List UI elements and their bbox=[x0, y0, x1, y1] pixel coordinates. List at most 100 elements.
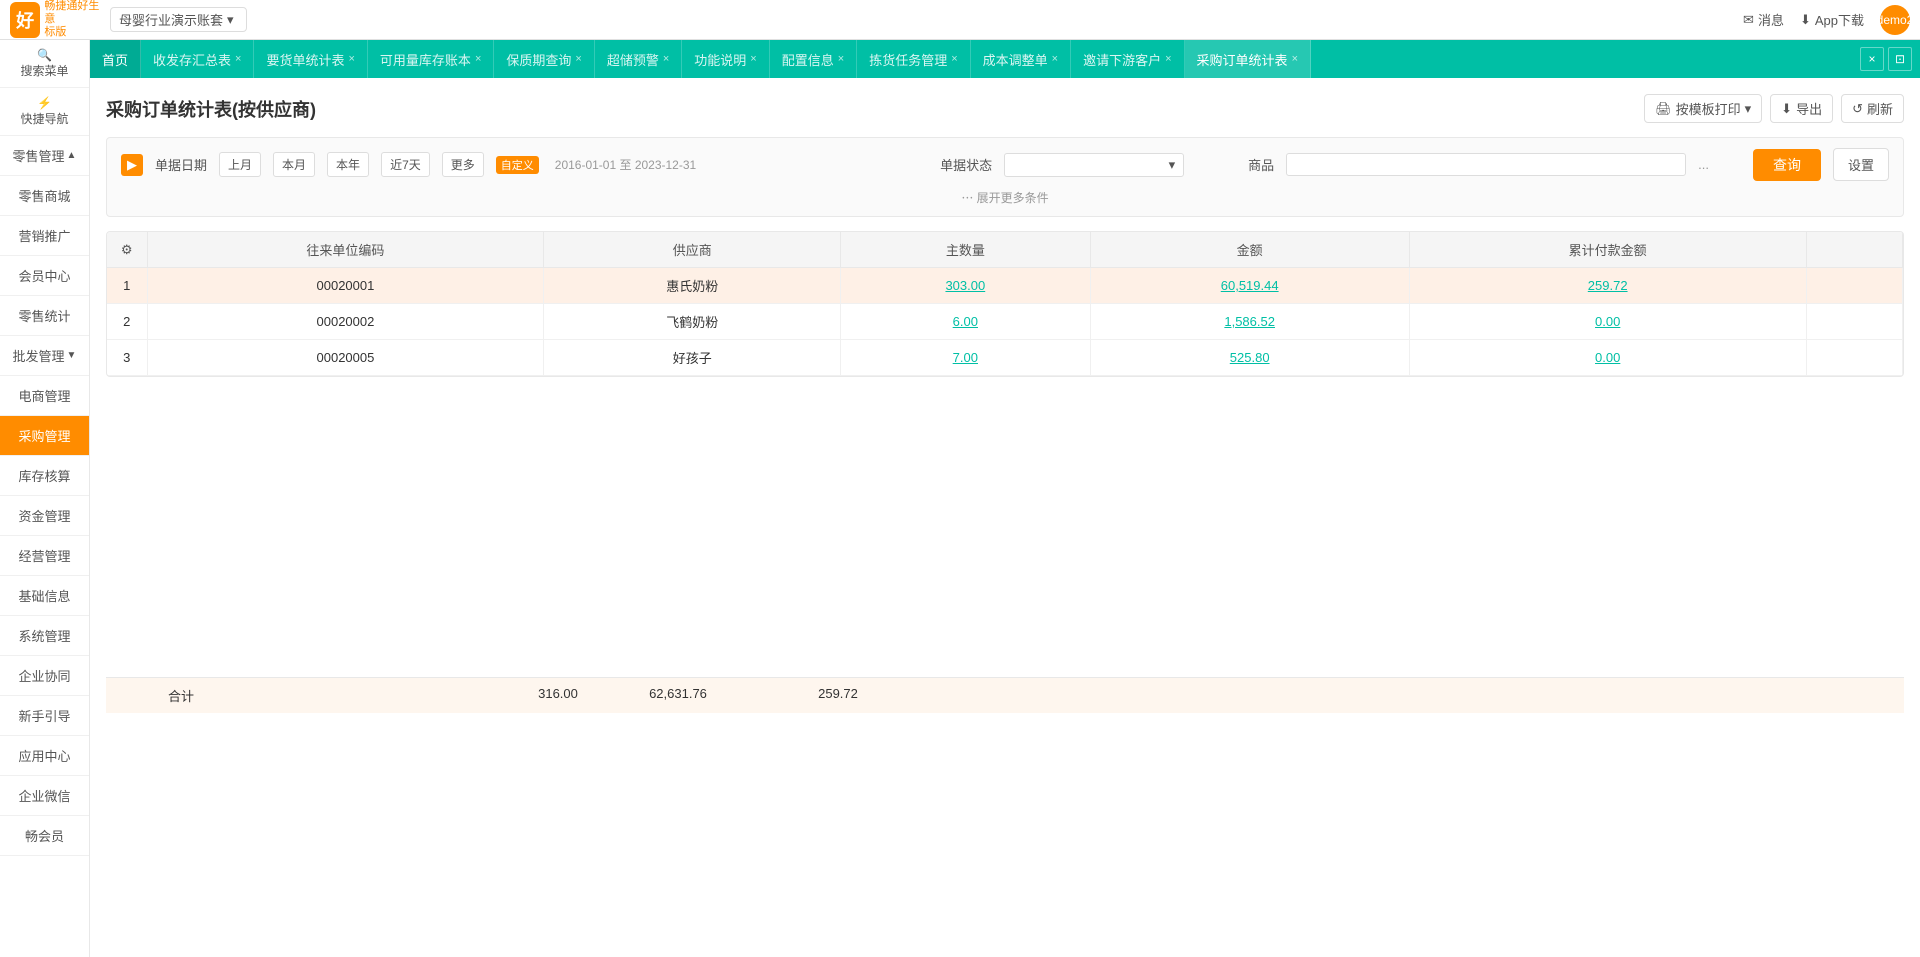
custom-date-tag: 自定义 bbox=[496, 156, 539, 174]
sidebar-item-purchase[interactable]: 采购管理 bbox=[0, 416, 89, 456]
goods-more-icon: ... bbox=[1698, 157, 1709, 172]
tab-receive-send[interactable]: 收发存汇总表 × bbox=[141, 40, 254, 78]
sidebar-item-marketing[interactable]: 营销推广 bbox=[0, 216, 89, 256]
expand-icon: ⋯ 展开更多条件 bbox=[961, 189, 1048, 206]
tab-invite-downstream[interactable]: 邀请下游客户 × bbox=[1071, 40, 1184, 78]
sidebar-item-retail-stats[interactable]: 零售统计 bbox=[0, 296, 89, 336]
row-paid[interactable]: 0.00 bbox=[1409, 304, 1806, 340]
tab-overstock[interactable]: 超储预警 × bbox=[595, 40, 682, 78]
query-button[interactable]: 查询 bbox=[1753, 149, 1821, 181]
close-tab-receive[interactable]: × bbox=[235, 53, 241, 65]
print-arrow-icon: ▾ bbox=[1745, 101, 1752, 117]
col-qty[interactable]: 主数量 bbox=[841, 232, 1091, 268]
workspace-selector[interactable]: 母婴行业演示账套 ▾ bbox=[110, 7, 247, 32]
close-tab-overstock[interactable]: × bbox=[663, 53, 669, 65]
tab-purchase-stats[interactable]: 采购订单统计表 × bbox=[1185, 40, 1311, 78]
download-icon: ⬇ bbox=[1800, 12, 1811, 28]
row-paid[interactable]: 259.72 bbox=[1409, 268, 1806, 304]
close-tab-cost[interactable]: × bbox=[1052, 53, 1058, 65]
sidebar-item-member[interactable]: 畅会员 bbox=[0, 816, 89, 856]
tab-order-stats[interactable]: 要货单统计表 × bbox=[254, 40, 367, 78]
sidebar-item-basics[interactable]: 基础信息 bbox=[0, 576, 89, 616]
sidebar-item-operations[interactable]: 经营管理 bbox=[0, 536, 89, 576]
close-tab-feature[interactable]: × bbox=[750, 53, 756, 65]
footer-amount: 62,631.76 bbox=[618, 686, 738, 705]
tab-maximize[interactable]: ⊡ bbox=[1888, 47, 1912, 71]
row-amount[interactable]: 60,519.44 bbox=[1090, 268, 1409, 304]
sidebar-item-wholesale[interactable]: 批发管理 ▼ bbox=[0, 336, 89, 376]
row-code: 00020001 bbox=[147, 268, 544, 304]
sidebar-item-app-center[interactable]: 应用中心 bbox=[0, 736, 89, 776]
print-icon: 🖨 bbox=[1655, 101, 1672, 117]
settings-button[interactable]: 设置 bbox=[1833, 148, 1889, 181]
sidebar-item-finance[interactable]: 资金管理 bbox=[0, 496, 89, 536]
app-download-button[interactable]: ⬇ App下载 bbox=[1800, 10, 1864, 29]
close-tab-picking[interactable]: × bbox=[951, 53, 957, 65]
row-qty[interactable]: 7.00 bbox=[841, 340, 1091, 376]
sidebar-item-system[interactable]: 系统管理 bbox=[0, 616, 89, 656]
nav-icon: ⚡ bbox=[37, 96, 52, 110]
goods-label: 商品 bbox=[1248, 155, 1274, 174]
table-row: 3 00020005 好孩子 7.00 525.80 0.00 bbox=[107, 340, 1903, 376]
close-tab-config[interactable]: × bbox=[838, 53, 844, 65]
row-qty[interactable]: 303.00 bbox=[841, 268, 1091, 304]
close-tab-inventory[interactable]: × bbox=[475, 53, 481, 65]
tab-home[interactable]: 首页 bbox=[90, 40, 141, 78]
sidebar-item-guide[interactable]: 新手引导 bbox=[0, 696, 89, 736]
sidebar-item-weixin[interactable]: 企业微信 bbox=[0, 776, 89, 816]
sidebar-item-enterprise[interactable]: 企业协同 bbox=[0, 656, 89, 696]
tab-config[interactable]: 配置信息 × bbox=[770, 40, 857, 78]
filter-toggle[interactable]: ▶ bbox=[121, 154, 143, 176]
row-amount[interactable]: 525.80 bbox=[1090, 340, 1409, 376]
close-tab-order[interactable]: × bbox=[348, 53, 354, 65]
close-tab-expiry[interactable]: × bbox=[575, 53, 581, 65]
messages-button[interactable]: ✉ 消息 bbox=[1743, 10, 1784, 29]
goods-input[interactable] bbox=[1286, 153, 1686, 176]
date-label: 单据日期 bbox=[155, 155, 207, 174]
page-title: 采购订单统计表(按供应商) bbox=[106, 96, 316, 122]
date-this-year[interactable]: 本年 bbox=[327, 152, 369, 177]
tab-picking[interactable]: 拣货任务管理 × bbox=[857, 40, 970, 78]
print-button[interactable]: 🖨 按模板打印 ▾ bbox=[1644, 94, 1762, 123]
table-row: 1 00020001 惠氏奶粉 303.00 60,519.44 259.72 bbox=[107, 268, 1903, 304]
refresh-button[interactable]: ↺ 刷新 bbox=[1841, 94, 1904, 123]
col-amount[interactable]: 金额 bbox=[1090, 232, 1409, 268]
tab-expiry[interactable]: 保质期查询 × bbox=[494, 40, 594, 78]
col-paid[interactable]: 累计付款金额 bbox=[1409, 232, 1806, 268]
message-icon: ✉ bbox=[1743, 12, 1754, 28]
date-last-month[interactable]: 上月 bbox=[219, 152, 261, 177]
tab-feature-desc[interactable]: 功能说明 × bbox=[682, 40, 769, 78]
col-settings[interactable]: ⚙ bbox=[107, 232, 147, 268]
col-empty bbox=[1806, 232, 1902, 268]
sidebar-item-ecommerce[interactable]: 电商管理 bbox=[0, 376, 89, 416]
sidebar-item-member-center[interactable]: 会员中心 bbox=[0, 256, 89, 296]
date-last-7-days[interactable]: 近7天 bbox=[381, 152, 430, 177]
export-button[interactable]: ⬇ 导出 bbox=[1770, 94, 1833, 123]
row-qty[interactable]: 6.00 bbox=[841, 304, 1091, 340]
row-code: 00020002 bbox=[147, 304, 544, 340]
gear-icon: ⚙ bbox=[121, 242, 133, 257]
avatar[interactable]: demo2 bbox=[1880, 5, 1910, 35]
status-label: 单据状态 bbox=[940, 155, 992, 174]
date-more[interactable]: 更多 bbox=[442, 152, 484, 177]
status-select[interactable]: ▾ bbox=[1004, 153, 1184, 177]
close-tab-invite[interactable]: × bbox=[1165, 53, 1171, 65]
close-tab-purchase-stats[interactable]: × bbox=[1292, 53, 1298, 65]
sidebar-item-retail-mall[interactable]: 零售商城 bbox=[0, 176, 89, 216]
row-paid[interactable]: 0.00 bbox=[1409, 340, 1806, 376]
row-supplier: 好孩子 bbox=[544, 340, 841, 376]
export-icon: ⬇ bbox=[1781, 101, 1792, 117]
sidebar-item-retail-management[interactable]: 零售管理 ▲ bbox=[0, 136, 89, 176]
tab-close-all[interactable]: × bbox=[1860, 47, 1884, 71]
row-amount[interactable]: 1,586.52 bbox=[1090, 304, 1409, 340]
quick-nav-item[interactable]: ⚡ 快捷导航 bbox=[0, 88, 89, 136]
sidebar-item-inventory[interactable]: 库存核算 bbox=[0, 456, 89, 496]
expand-more-filters[interactable]: ⋯ 展开更多条件 bbox=[961, 189, 1048, 206]
search-menu-item[interactable]: 🔍 搜索菜单 bbox=[0, 40, 89, 88]
tab-cost-adjust[interactable]: 成本调整单 × bbox=[971, 40, 1071, 78]
sidebar: 🔍 搜索菜单 ⚡ 快捷导航 零售管理 ▲ 零售商城 营销推广 会员中心 零售统计 bbox=[0, 40, 90, 957]
col-supplier[interactable]: 供应商 bbox=[544, 232, 841, 268]
tab-usable-inventory[interactable]: 可用量库存账本 × bbox=[368, 40, 494, 78]
date-this-month[interactable]: 本月 bbox=[273, 152, 315, 177]
col-code[interactable]: 往来单位编码 bbox=[147, 232, 544, 268]
